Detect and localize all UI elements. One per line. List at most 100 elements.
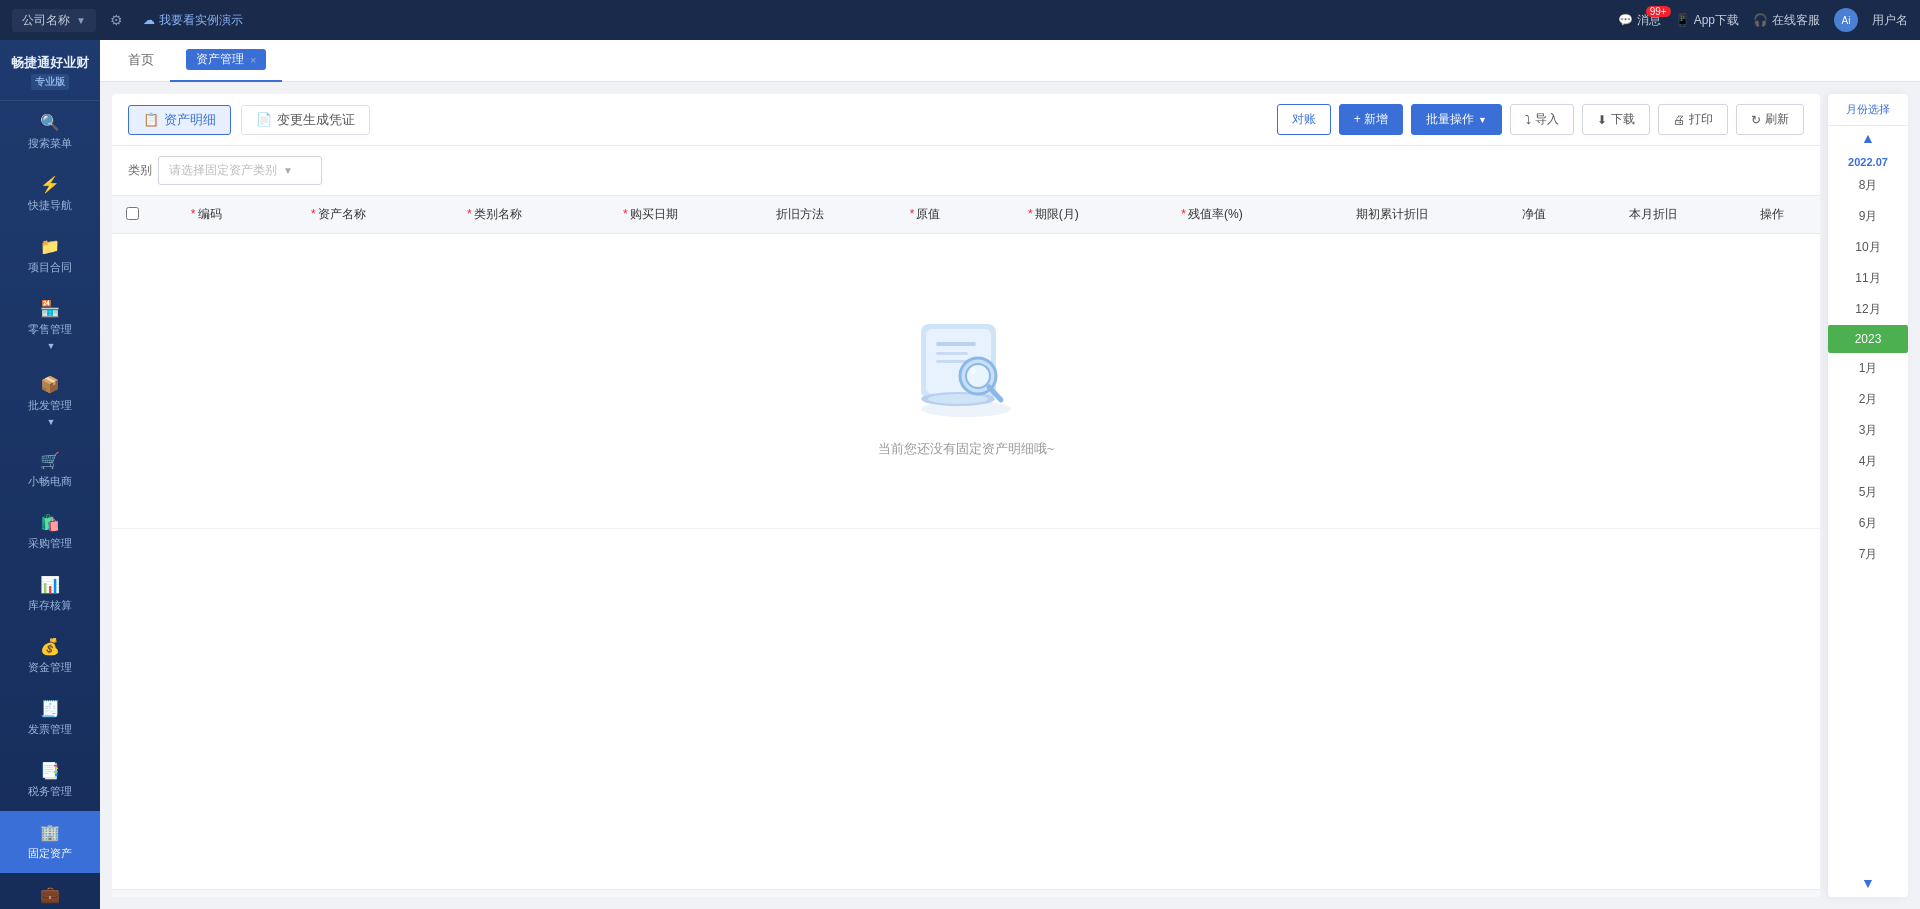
- print-btn[interactable]: 🖨 打印: [1658, 104, 1728, 135]
- col-purchase-date: *购买日期: [572, 196, 728, 234]
- search-icon: 🔍: [40, 113, 60, 132]
- refresh-btn[interactable]: ↻ 刷新: [1736, 104, 1804, 135]
- sub-tab-asset-detail[interactable]: 📋 资产明细: [128, 105, 231, 135]
- sidebar-item-ecommerce[interactable]: 🛒 小畅电商: [0, 439, 100, 501]
- receipt-icon: 🧾: [40, 699, 60, 718]
- app-download-btn[interactable]: 📱 App下载: [1675, 12, 1739, 29]
- user-avatar[interactable]: Ai: [1834, 8, 1858, 32]
- table-header-row: *编码 *资产名称 *类别名称 *购买日期 折旧方法 *原值 *期限(月) *残…: [112, 196, 1820, 234]
- col-depreciation-method: 折旧方法: [728, 196, 871, 234]
- category-dropdown[interactable]: 请选择固定资产类别 ▼: [158, 156, 322, 185]
- add-btn[interactable]: + 新增: [1339, 104, 1403, 135]
- month-nav-down: ▼: [1828, 869, 1908, 897]
- col-category: *类别名称: [416, 196, 572, 234]
- month-item-7[interactable]: 7月: [1828, 539, 1908, 570]
- svg-rect-6: [936, 352, 968, 355]
- empty-illustration: [896, 304, 1036, 424]
- match-btn[interactable]: 对账: [1277, 104, 1331, 135]
- sidebar-item-quick-nav[interactable]: ⚡ 快捷导航: [0, 163, 100, 225]
- demo-link[interactable]: ☁ 我要看实例演示: [143, 12, 243, 29]
- batch-btn[interactable]: 批量操作 ▼: [1411, 104, 1502, 135]
- sidebar-item-invoice[interactable]: 🧾 发票管理: [0, 687, 100, 749]
- arrow-icon: ▼: [47, 341, 56, 351]
- month-item-1[interactable]: 1月: [1828, 353, 1908, 384]
- svg-rect-5: [936, 342, 976, 346]
- cart-icon: 🛒: [40, 451, 60, 470]
- download-icon: ⬇: [1597, 113, 1607, 127]
- sidebar-item-fixed-assets[interactable]: 🏢 固定资产: [0, 811, 100, 873]
- sidebar-item-search[interactable]: 🔍 搜索菜单: [0, 101, 100, 163]
- top-bar-right: 💬 消息 99+ 📱 App下载 🎧 在线客服 Ai 用户名: [1618, 8, 1908, 32]
- bag-icon: 🛍️: [40, 513, 60, 532]
- import-icon: ⤵: [1525, 113, 1531, 127]
- top-bar: 公司名称 ▼ ⚙ ☁ 我要看实例演示 💬 消息 99+ 📱 App下载 🎧 在线…: [0, 0, 1920, 40]
- doc-icon: 📄: [256, 112, 272, 127]
- tab-home[interactable]: 首页: [112, 41, 170, 81]
- box-icon: 📦: [40, 375, 60, 394]
- sidebar-item-salary[interactable]: 💼 工资: [0, 873, 100, 909]
- col-original-value: *原值: [871, 196, 979, 234]
- col-operation: 操作: [1725, 196, 1820, 234]
- month-item-12[interactable]: 12月: [1828, 294, 1908, 325]
- empty-state: 当前您还没有固定资产明细哦~: [124, 244, 1808, 518]
- month-item-11[interactable]: 11月: [1828, 263, 1908, 294]
- download-btn[interactable]: ⬇ 下载: [1582, 104, 1650, 135]
- month-item-2023[interactable]: 2023: [1828, 325, 1908, 353]
- col-name: *资产名称: [260, 196, 416, 234]
- nav-tabs: 首页 资产管理 ×: [100, 40, 1920, 82]
- category-filter: 类别 请选择固定资产类别 ▼: [128, 156, 322, 185]
- sidebar-item-wholesale[interactable]: 📦 批发管理 ▼: [0, 363, 100, 439]
- empty-text: 当前您还没有固定资产明细哦~: [878, 440, 1055, 458]
- svg-point-4: [928, 394, 988, 404]
- user-name: 用户名: [1872, 12, 1908, 29]
- online-service-btn[interactable]: 🎧 在线客服: [1753, 12, 1820, 29]
- month-item-10[interactable]: 10月: [1828, 232, 1908, 263]
- month-nav-up: ▲: [1828, 126, 1908, 150]
- filter-toolbar: 类别 请选择固定资产类别 ▼: [112, 146, 1820, 196]
- arrow-icon: ▼: [47, 417, 56, 427]
- tab-close-btn[interactable]: ×: [250, 54, 256, 66]
- month-item-9[interactable]: 9月: [1828, 201, 1908, 232]
- tab-asset-management[interactable]: 资产管理 ×: [170, 40, 282, 82]
- main-panel: 📋 资产明细 📄 变更生成凭证 对账 + 新增: [112, 94, 1820, 897]
- col-net-value: 净值: [1487, 196, 1582, 234]
- month-item-6[interactable]: 6月: [1828, 508, 1908, 539]
- month-year-label: 2022.07: [1828, 150, 1908, 170]
- month-down-btn[interactable]: ▼: [1857, 873, 1879, 893]
- month-item-3[interactable]: 3月: [1828, 415, 1908, 446]
- month-item-2[interactable]: 2月: [1828, 384, 1908, 415]
- phone-icon: 📱: [1675, 13, 1690, 27]
- month-list: 8月 9月 10月 11月 12月 2023 1月 2月 3月 4月 5月 6月…: [1828, 170, 1908, 869]
- chart-icon: 📊: [40, 575, 60, 594]
- message-btn[interactable]: 💬 消息 99+: [1618, 12, 1661, 29]
- horizontal-scrollbar[interactable]: [112, 889, 1820, 897]
- sub-tab-change-voucher[interactable]: 📄 变更生成凭证: [241, 105, 370, 135]
- dropdown-arrow-icon: ▼: [283, 165, 293, 176]
- sidebar-item-project[interactable]: 📁 项目合同: [0, 225, 100, 287]
- month-item-5[interactable]: 5月: [1828, 477, 1908, 508]
- print-icon: 🖨: [1673, 113, 1685, 127]
- store-icon: 🏪: [40, 299, 60, 318]
- import-btn[interactable]: ⤵ 导入: [1510, 104, 1574, 135]
- month-item-8[interactable]: 8月: [1828, 170, 1908, 201]
- month-up-btn[interactable]: ▲: [1857, 128, 1879, 148]
- col-monthly-dep: 本月折旧: [1582, 196, 1725, 234]
- month-item-4[interactable]: 4月: [1828, 446, 1908, 477]
- sidebar-item-finance[interactable]: 💰 资金管理: [0, 625, 100, 687]
- sidebar-item-retail[interactable]: 🏪 零售管理 ▼: [0, 287, 100, 363]
- asset-table: *编码 *资产名称 *类别名称 *购买日期 折旧方法 *原值 *期限(月) *残…: [112, 196, 1820, 889]
- lightning-icon: ⚡: [40, 175, 60, 194]
- list-icon: 📋: [143, 112, 159, 127]
- sidebar-item-tax[interactable]: 📑 税务管理: [0, 749, 100, 811]
- col-accumulated: 期初累计折旧: [1297, 196, 1487, 234]
- tax-icon: 📑: [40, 761, 60, 780]
- select-all-checkbox[interactable]: [126, 207, 139, 220]
- message-badge: 99+: [1646, 6, 1671, 17]
- sidebar-item-inventory[interactable]: 📊 库存核算: [0, 563, 100, 625]
- briefcase-icon: 💼: [40, 885, 60, 904]
- settings-icon[interactable]: ⚙: [110, 12, 123, 28]
- money-icon: 💰: [40, 637, 60, 656]
- sub-tabs: 📋 资产明细 📄 变更生成凭证 对账 + 新增: [112, 94, 1820, 146]
- company-selector[interactable]: 公司名称 ▼: [12, 9, 96, 32]
- sidebar-item-purchase[interactable]: 🛍️ 采购管理: [0, 501, 100, 563]
